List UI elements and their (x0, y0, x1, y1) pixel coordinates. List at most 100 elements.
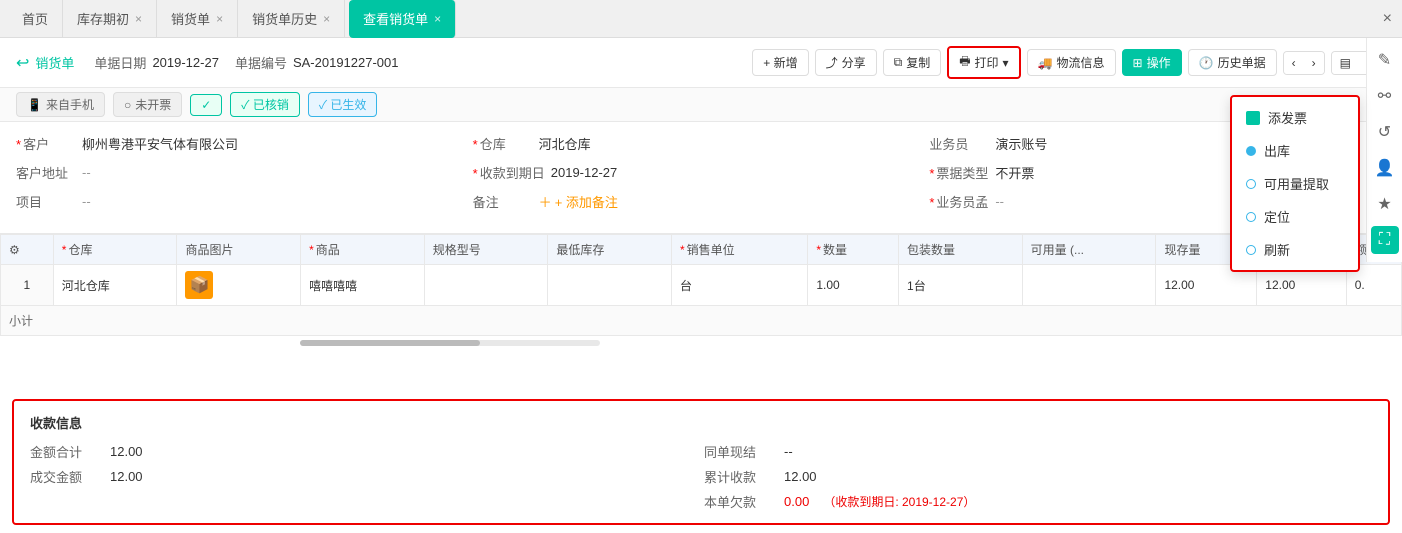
operation-dropdown: 添发票 出库 可用量提取 定位 刷新 (1230, 95, 1360, 272)
row-qty: 1.00 (808, 265, 899, 306)
history-button[interactable]: 🕐 历史单据 (1188, 49, 1277, 76)
doc-date-label: 单据日期 (94, 53, 146, 72)
salesperson-label: 业务员孟 (929, 192, 989, 211)
note-label: 备注 (473, 192, 533, 211)
sales-order-icon: ↩ (16, 53, 29, 73)
locate-label: 定位 (1264, 207, 1290, 226)
refresh-icon (1246, 245, 1256, 255)
due-date-label: 收款到期日 (473, 163, 545, 182)
tab-home[interactable]: 首页 (8, 0, 63, 38)
add-note-button[interactable]: ＋ + 添加备注 (539, 192, 618, 211)
col-spec: 规格型号 (424, 235, 548, 265)
balance-row: 本单欠款 0.00 （收款到期日: 2019-12-27） (704, 492, 1372, 511)
print-button[interactable]: 🖶 打印 ▾ (947, 46, 1020, 79)
dropdown-locate[interactable]: 定位 (1232, 200, 1358, 233)
table-header-row: ⚙ 仓库 商品图片 商品 规格型号 最低库存 销售单位 数量 包装数量 可用量 … (1, 235, 1402, 265)
dropdown-outbound[interactable]: 出库 (1232, 134, 1358, 167)
invoice-status-label: 未开票 (135, 96, 171, 113)
operation-button[interactable]: ⊞ 操作 (1122, 49, 1182, 76)
available-qty-label: 可用量提取 (1264, 174, 1329, 193)
sidebar-star-icon[interactable]: ★ (1371, 190, 1399, 218)
col-settings[interactable]: ⚙ (1, 235, 54, 265)
balance-label: 本单欠款 (704, 492, 774, 511)
share-button[interactable]: ⤴ 分享 (815, 49, 877, 76)
transaction-value: 12.00 (110, 469, 143, 484)
share-icon: ⤴ (826, 54, 838, 71)
phone-button[interactable]: 📱 来自手机 (16, 92, 105, 117)
col-pack-qty: 包装数量 (899, 235, 1023, 265)
tab-view-sales[interactable]: 查看销货单 × (349, 0, 456, 38)
operation-button-label: 操作 (1147, 54, 1171, 71)
ticket-type-label: 票据类型 (929, 163, 989, 182)
sidebar-link-icon[interactable]: ⚯ (1371, 82, 1399, 110)
tab-inventory[interactable]: 库存期初 × (63, 0, 157, 38)
row-product: 嘻嘻嘻嘻 (301, 265, 425, 306)
phone-icon: 📱 (27, 98, 42, 112)
transaction-row: 成交金额 12.00 (30, 467, 698, 486)
sidebar-person-icon[interactable]: 👤 (1371, 154, 1399, 182)
invoice-status-button[interactable]: ○ 未开票 (113, 92, 182, 117)
locate-icon (1246, 212, 1256, 222)
print-icon: 🖶 (959, 52, 970, 73)
check-button[interactable]: ✓ (190, 94, 222, 116)
tab-home-label: 首页 (22, 9, 48, 28)
operation-icon: ⊞ (1133, 56, 1143, 70)
table-area: ⚙ 仓库 商品图片 商品 规格型号 最低库存 销售单位 数量 包装数量 可用量 … (0, 234, 1402, 391)
close-all-tabs[interactable]: × (1383, 10, 1392, 28)
refresh-label: 刷新 (1264, 240, 1290, 259)
dropdown-add-invoice[interactable]: 添发票 (1232, 101, 1358, 134)
sales-table: ⚙ 仓库 商品图片 商品 规格型号 最低库存 销售单位 数量 包装数量 可用量 … (0, 234, 1402, 336)
outbound-icon (1246, 146, 1256, 156)
doc-title: ↩ 销货单 (16, 53, 74, 73)
sidebar-expand-icon[interactable]: ⛶ (1371, 226, 1399, 254)
project-label: 项目 (16, 192, 76, 211)
row-spec (424, 265, 548, 306)
history-icon: 🕐 (1199, 56, 1214, 70)
copy-icon: ⧉ (894, 55, 903, 70)
doc-date-field: 单据日期 2019-12-27 (94, 53, 219, 72)
payment-left: 金额合计 12.00 成交金额 12.00 (30, 442, 698, 511)
address-field: 客户地址 -- (16, 163, 473, 182)
doc-title-text: 销货单 (35, 53, 74, 72)
right-sidebar: ✎ ⚯ ↺ 👤 ★ ⛶ (1366, 38, 1402, 262)
copy-button[interactable]: ⧉ 复制 (883, 49, 942, 76)
nav-group: ‹ › (1283, 51, 1325, 75)
salesperson-value: -- (995, 194, 1004, 209)
col-unit: 销售单位 (672, 235, 808, 265)
sidebar-refresh-icon[interactable]: ↺ (1371, 118, 1399, 146)
balance-note: （收款到期日: 2019-12-27） (823, 493, 975, 510)
tab-inventory-label: 库存期初 (77, 9, 129, 28)
tab-sales-history-close[interactable]: × (323, 12, 330, 26)
same-order-value: -- (784, 444, 793, 459)
tab-sales-history[interactable]: 销货单历史 × (238, 0, 345, 38)
doc-number-value: SA-20191227-001 (293, 55, 399, 70)
logistics-button[interactable]: 🚚 物流信息 (1027, 49, 1116, 76)
note-field: 备注 ＋ + 添加备注 (473, 192, 930, 211)
tab-sales-label: 销货单 (171, 9, 210, 28)
tab-inventory-close[interactable]: × (135, 12, 142, 26)
row-pack-qty: 1台 (899, 265, 1023, 306)
transaction-label: 成交金额 (30, 467, 100, 486)
effective-badge[interactable]: ✓ 已生效 (308, 92, 378, 117)
tab-sales[interactable]: 销货单 × (157, 0, 238, 38)
tab-view-sales-close[interactable]: × (434, 12, 441, 26)
col-min-stock: 最低库存 (548, 235, 672, 265)
tab-sales-close[interactable]: × (216, 12, 223, 26)
dropdown-available-qty[interactable]: 可用量提取 (1232, 167, 1358, 200)
address-label: 客户地址 (16, 163, 76, 182)
layout1-button[interactable]: ▤ (1332, 52, 1359, 74)
dropdown-refresh[interactable]: 刷新 (1232, 233, 1358, 266)
prev-button[interactable]: ‹ (1284, 52, 1304, 74)
same-order-row: 同单现结 -- (704, 442, 1372, 461)
tab-bar: 首页 库存期初 × 销货单 × 销货单历史 × 查看销货单 × × (0, 0, 1402, 38)
sold-badge[interactable]: ✓ 已核销 (230, 92, 300, 117)
tab-view-sales-label: 查看销货单 (363, 9, 428, 28)
effective-check-icon: ✓ (319, 98, 327, 112)
due-date-value: 2019-12-27 (551, 165, 618, 180)
new-button[interactable]: + 新增 (752, 49, 808, 76)
truck-icon: 🚚 (1038, 56, 1053, 70)
customer-field: 客户 柳州粤港平安气体有限公司 (16, 134, 473, 153)
next-button[interactable]: › (1304, 52, 1324, 74)
outbound-label: 出库 (1264, 141, 1290, 160)
sidebar-edit-icon[interactable]: ✎ (1371, 46, 1399, 74)
